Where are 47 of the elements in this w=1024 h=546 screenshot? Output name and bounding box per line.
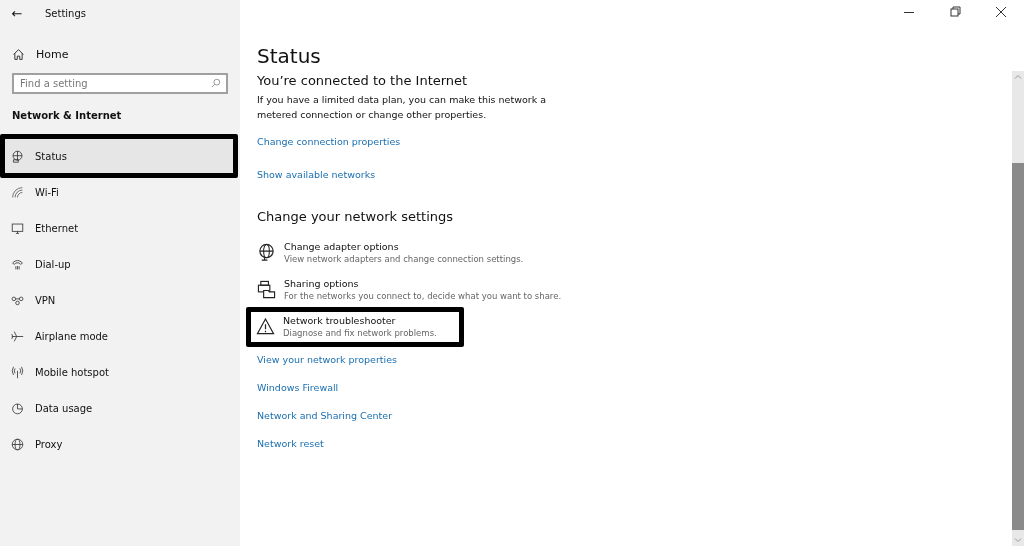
settings-option[interactable]: Change adapter options View network adapters and change connection settings. bbox=[257, 241, 524, 264]
scroll-thumb[interactable] bbox=[1012, 163, 1024, 530]
globe-icon bbox=[11, 437, 24, 451]
wifi-icon bbox=[11, 185, 24, 199]
nav-item[interactable]: Status bbox=[0, 134, 238, 178]
option-title: Sharing options bbox=[284, 278, 360, 289]
section-heading: Network & Internet bbox=[12, 110, 123, 121]
connection-heading: You’re connected to the Internet bbox=[257, 73, 468, 88]
link[interactable]: Windows Firewall bbox=[257, 382, 339, 393]
option-description: View network adapters and change connection settings. bbox=[284, 254, 524, 264]
home-icon bbox=[12, 47, 25, 61]
search-icon bbox=[211, 78, 221, 88]
globe-monitor-icon bbox=[257, 243, 276, 262]
option-description: Diagnose and fix network problems. bbox=[283, 328, 437, 338]
nav-item[interactable]: Dial-up bbox=[0, 246, 240, 282]
link[interactable]: Network reset bbox=[257, 438, 324, 449]
link[interactable]: Change connection properties bbox=[257, 136, 401, 147]
connection-text: If you have a limited data plan, you can make this network a metered connection or change other properties. bbox=[257, 93, 547, 122]
home-nav-item[interactable]: Home bbox=[12, 43, 240, 65]
printer-folder-icon bbox=[257, 280, 276, 299]
option-title: Network troubleshooter bbox=[283, 315, 397, 326]
option-description: For the networks you connect to, decide what you want to share. bbox=[284, 291, 562, 301]
search-field[interactable]: Find a setting bbox=[12, 73, 228, 94]
option-title: Change adapter options bbox=[284, 241, 400, 252]
nav-item[interactable]: Mobile hotspot bbox=[0, 354, 240, 390]
back-button[interactable]: ← bbox=[0, 5, 34, 21]
nav-item[interactable]: VPN bbox=[0, 282, 240, 318]
globe-monitor-icon bbox=[11, 149, 24, 163]
warning-icon bbox=[256, 317, 275, 336]
section-heading: Change your network settings bbox=[257, 209, 454, 224]
airplane-icon bbox=[11, 329, 24, 343]
nav-item[interactable]: Data usage bbox=[0, 390, 240, 426]
link[interactable]: View your network properties bbox=[257, 354, 398, 365]
settings-option[interactable]: Sharing options For the networks you connect to, decide what you want to share. bbox=[257, 278, 562, 301]
settings-option[interactable]: Network troubleshooter Diagnose and fix network problems. bbox=[246, 307, 464, 347]
nav-item[interactable]: Airplane mode bbox=[0, 318, 240, 354]
nav-item[interactable]: Ethernet bbox=[0, 210, 240, 246]
nav-item[interactable]: Proxy bbox=[0, 426, 240, 462]
page-title: Status bbox=[257, 44, 321, 68]
phone-icon bbox=[11, 257, 24, 271]
monitor-icon bbox=[11, 221, 24, 235]
window-title: Settings bbox=[45, 7, 86, 19]
link[interactable]: Network and Sharing Center bbox=[257, 410, 393, 421]
pie-chart-icon bbox=[11, 401, 24, 415]
link[interactable]: Show available networks bbox=[257, 169, 376, 180]
antenna-icon bbox=[11, 365, 24, 379]
scrollbar[interactable] bbox=[1012, 71, 1024, 546]
